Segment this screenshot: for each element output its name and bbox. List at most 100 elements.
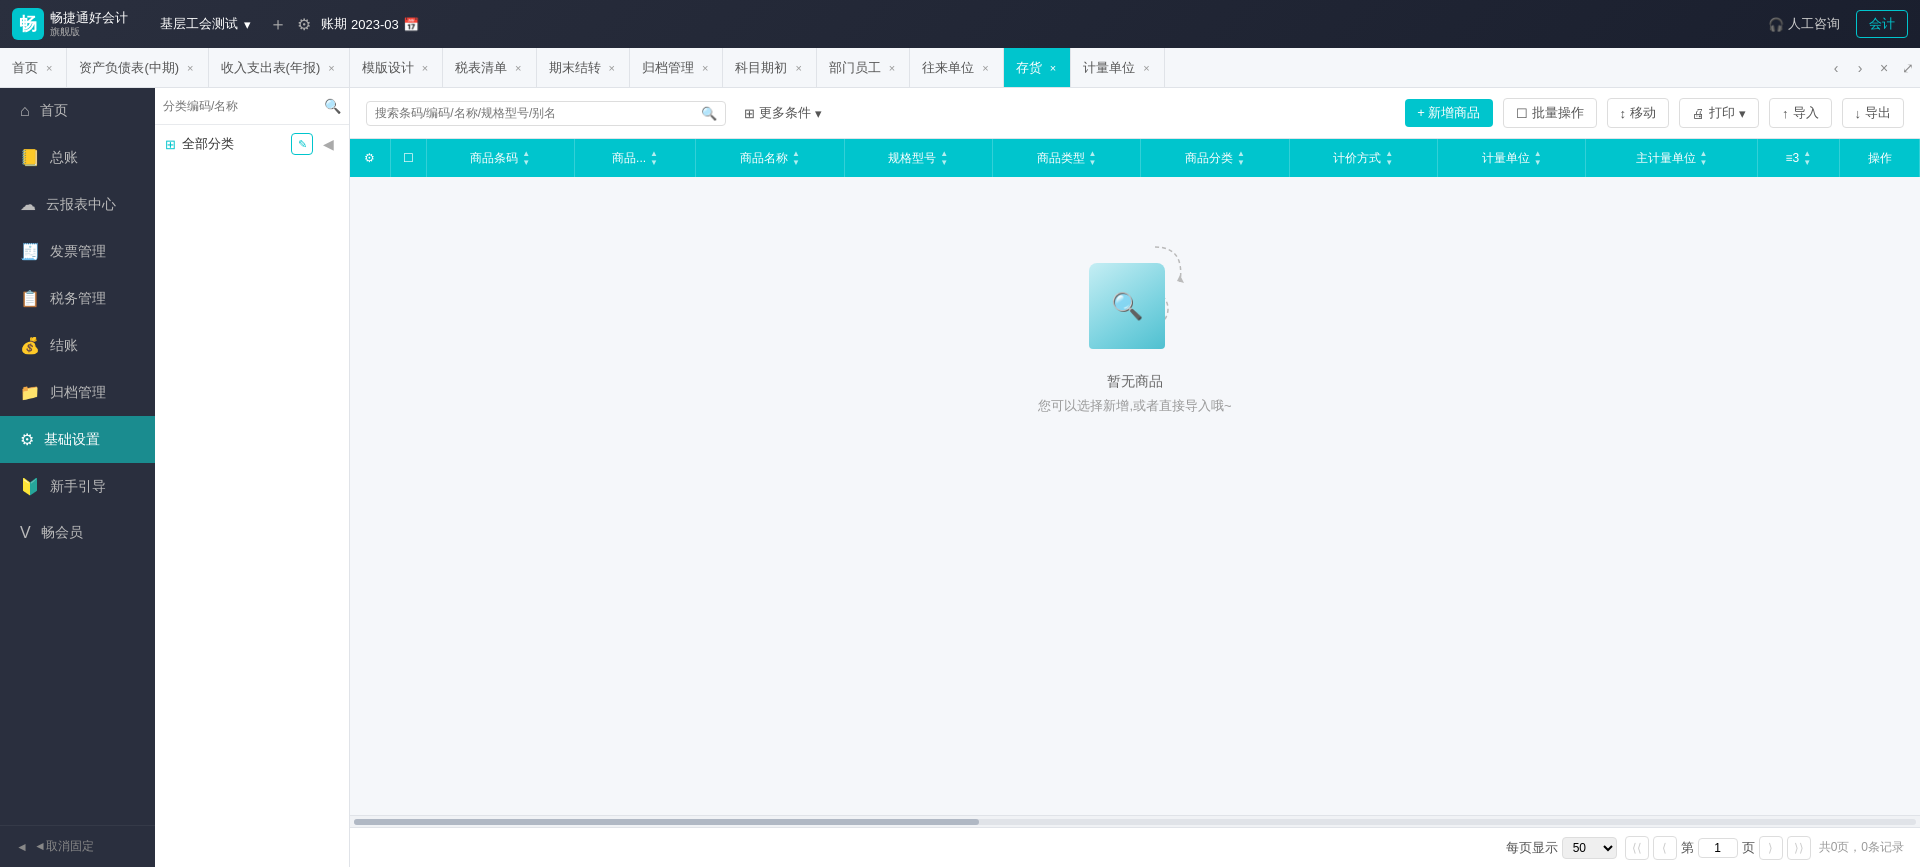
sidebar-item-archive[interactable]: 📁 归档管理 [0, 369, 155, 416]
guide-icon: 🔰 [20, 477, 40, 496]
sort-col3-icon: ▲▼ [1803, 149, 1811, 167]
tab-expand-button[interactable]: ⤢ [1896, 48, 1920, 88]
toolbar: 🔍 ⊞ 更多条件 ▾ + 新增商品 ☐ 批量操作 [350, 88, 1920, 139]
th-checkbox[interactable]: ☐ [390, 139, 426, 177]
sidebar-item-settle[interactable]: 💰 结账 [0, 322, 155, 369]
sidebar-item-member[interactable]: V 畅会员 [0, 510, 155, 556]
filter-icon: ⊞ [744, 106, 755, 121]
page-navigation: ⟨⟨ ⟨ 第 页 ⟩ ⟩⟩ [1625, 836, 1811, 860]
tab-close-template[interactable]: × [420, 62, 430, 74]
export-button[interactable]: ↓ 导出 [1842, 98, 1905, 128]
th-unit[interactable]: 计量单位 ▲▼ [1437, 139, 1585, 177]
th-code[interactable]: 商品... ▲▼ [574, 139, 695, 177]
tab-archive[interactable]: 归档管理 × [630, 48, 723, 87]
add-tab-button[interactable]: ＋ [269, 12, 287, 36]
import-button[interactable]: ↑ 导入 [1769, 98, 1832, 128]
ledger-icon: 📒 [20, 148, 40, 167]
all-category-item[interactable]: ⊞ 全部分类 ✎ ◀ [155, 125, 349, 163]
tab-close-taxclear[interactable]: × [513, 62, 523, 74]
th-name[interactable]: 商品名称 ▲▼ [696, 139, 844, 177]
tab-close-subjectinit[interactable]: × [793, 62, 803, 74]
tab-close-home[interactable]: × [44, 62, 54, 74]
member-icon: V [20, 524, 31, 542]
settings-icon: ⚙ [20, 430, 34, 449]
company-selector[interactable]: 基层工会测试 ▾ [152, 11, 259, 37]
horizontal-scrollbar[interactable] [350, 815, 1920, 827]
tab-close-contacts[interactable]: × [980, 62, 990, 74]
tab-income[interactable]: 收入支出表(年报) × [209, 48, 350, 87]
last-page-button[interactable]: ⟩⟩ [1787, 836, 1811, 860]
total-records: 共0页，0条记录 [1819, 839, 1904, 856]
calendar-icon[interactable]: 📅 [403, 17, 419, 32]
tab-bar: 首页 × 资产负债表(中期) × 收入支出表(年报) × 模版设计 × 税表清单… [0, 48, 1920, 88]
next-page-button[interactable]: ⟩ [1759, 836, 1783, 860]
page-number-input[interactable] [1698, 838, 1738, 858]
tab-balance[interactable]: 资产负债表(中期) × [67, 48, 208, 87]
print-button[interactable]: 🖨 打印 ▾ [1679, 98, 1759, 128]
tab-subjectinit[interactable]: 科目期初 × [723, 48, 816, 87]
th-main-unit[interactable]: 主计量单位 ▲▼ [1586, 139, 1757, 177]
prev-page-button[interactable]: ⟨ [1653, 836, 1677, 860]
tab-close-inventory[interactable]: × [1048, 62, 1058, 74]
sidebar-item-tax[interactable]: 📋 税务管理 [0, 275, 155, 322]
category-edit-button[interactable]: ✎ [291, 133, 313, 155]
category-search-input[interactable] [163, 99, 320, 113]
add-product-button[interactable]: + 新增商品 [1405, 99, 1492, 127]
tab-close-deptstaff[interactable]: × [887, 62, 897, 74]
app-logo-icon: 畅 [12, 8, 44, 40]
sidebar-item-home[interactable]: ⌂ 首页 [0, 88, 155, 134]
tab-close-archive[interactable]: × [700, 62, 710, 74]
sort-barcode-icon: ▲▼ [522, 149, 530, 167]
th-spec[interactable]: 规格型号 ▲▼ [844, 139, 992, 177]
print-dropdown-icon: ▾ [1739, 106, 1746, 121]
settings-icon-button[interactable]: ⚙ [297, 15, 311, 34]
tab-close-all-button[interactable]: × [1872, 48, 1896, 88]
tab-unit[interactable]: 计量单位 × [1071, 48, 1164, 87]
tab-close-periodend[interactable]: × [607, 62, 617, 74]
category-collapse-button[interactable]: ◀ [317, 133, 339, 155]
tab-taxclear[interactable]: 税表清单 × [443, 48, 536, 87]
page-size-select[interactable]: 50 20 100 200 [1562, 837, 1617, 859]
tab-inventory[interactable]: 存货 × [1004, 48, 1071, 87]
th-type[interactable]: 商品类型 ▲▼ [992, 139, 1140, 177]
th-barcode[interactable]: 商品条码 ▲▼ [426, 139, 574, 177]
sidebar-unpin-button[interactable]: ◄ ◄取消固定 [0, 825, 155, 867]
tab-home[interactable]: 首页 × [0, 48, 67, 87]
sidebar-item-reports[interactable]: ☁ 云报表中心 [0, 181, 155, 228]
tab-close-income[interactable]: × [326, 62, 336, 74]
scrollbar-thumb[interactable] [354, 819, 979, 825]
right-content: 🔍 ⊞ 更多条件 ▾ + 新增商品 ☐ 批量操作 [350, 88, 1920, 867]
tab-template[interactable]: 模版设计 × [350, 48, 443, 87]
account-button[interactable]: 会计 [1856, 10, 1908, 38]
category-search-icon[interactable]: 🔍 [324, 98, 341, 114]
more-filter-button[interactable]: ⊞ 更多条件 ▾ [736, 100, 830, 126]
move-icon: ↕ [1620, 106, 1627, 121]
empty-title: 暂无商品 [1107, 373, 1163, 391]
sidebar-item-guide[interactable]: 🔰 新手引导 [0, 463, 155, 510]
sidebar-item-ledger[interactable]: 📒 总账 [0, 134, 155, 181]
sidebar-item-invoice[interactable]: 🧾 发票管理 [0, 228, 155, 275]
headset-icon: 🎧 [1768, 17, 1784, 32]
first-page-button[interactable]: ⟨⟨ [1625, 836, 1649, 860]
sidebar: ⌂ 首页 📒 总账 ☁ 云报表中心 🧾 发票管理 📋 税务管理 💰 结账 📁 归… [0, 88, 155, 867]
th-price-method[interactable]: 计价方式 ▲▼ [1289, 139, 1437, 177]
tab-close-balance[interactable]: × [185, 62, 195, 74]
tab-periodend[interactable]: 期末结转 × [537, 48, 630, 87]
tab-close-unit[interactable]: × [1141, 62, 1151, 74]
move-button[interactable]: ↕ 移动 [1607, 98, 1670, 128]
tab-scroll-right-button[interactable]: › [1848, 48, 1872, 88]
th-category[interactable]: 商品分类 ▲▼ [1141, 139, 1289, 177]
product-search-input[interactable] [375, 106, 695, 120]
tab-deptstaff[interactable]: 部门员工 × [817, 48, 910, 87]
tab-scroll-left-button[interactable]: ‹ [1824, 48, 1848, 88]
tab-contacts[interactable]: 往来单位 × [910, 48, 1003, 87]
ai-consult-button[interactable]: 🎧 人工咨询 [1760, 11, 1848, 37]
sidebar-item-settings[interactable]: ⚙ 基础设置 [0, 416, 155, 463]
th-col3[interactable]: ≡3 ▲▼ [1757, 139, 1839, 177]
search-icon[interactable]: 🔍 [701, 106, 717, 121]
th-config[interactable]: ⚙ [350, 139, 390, 177]
empty-illustration: 🔍 [1075, 237, 1195, 357]
app-name: 畅捷通好会计 旗舰版 [50, 10, 128, 38]
scrollbar-track [354, 819, 1916, 825]
batch-ops-button[interactable]: ☐ 批量操作 [1503, 98, 1597, 128]
